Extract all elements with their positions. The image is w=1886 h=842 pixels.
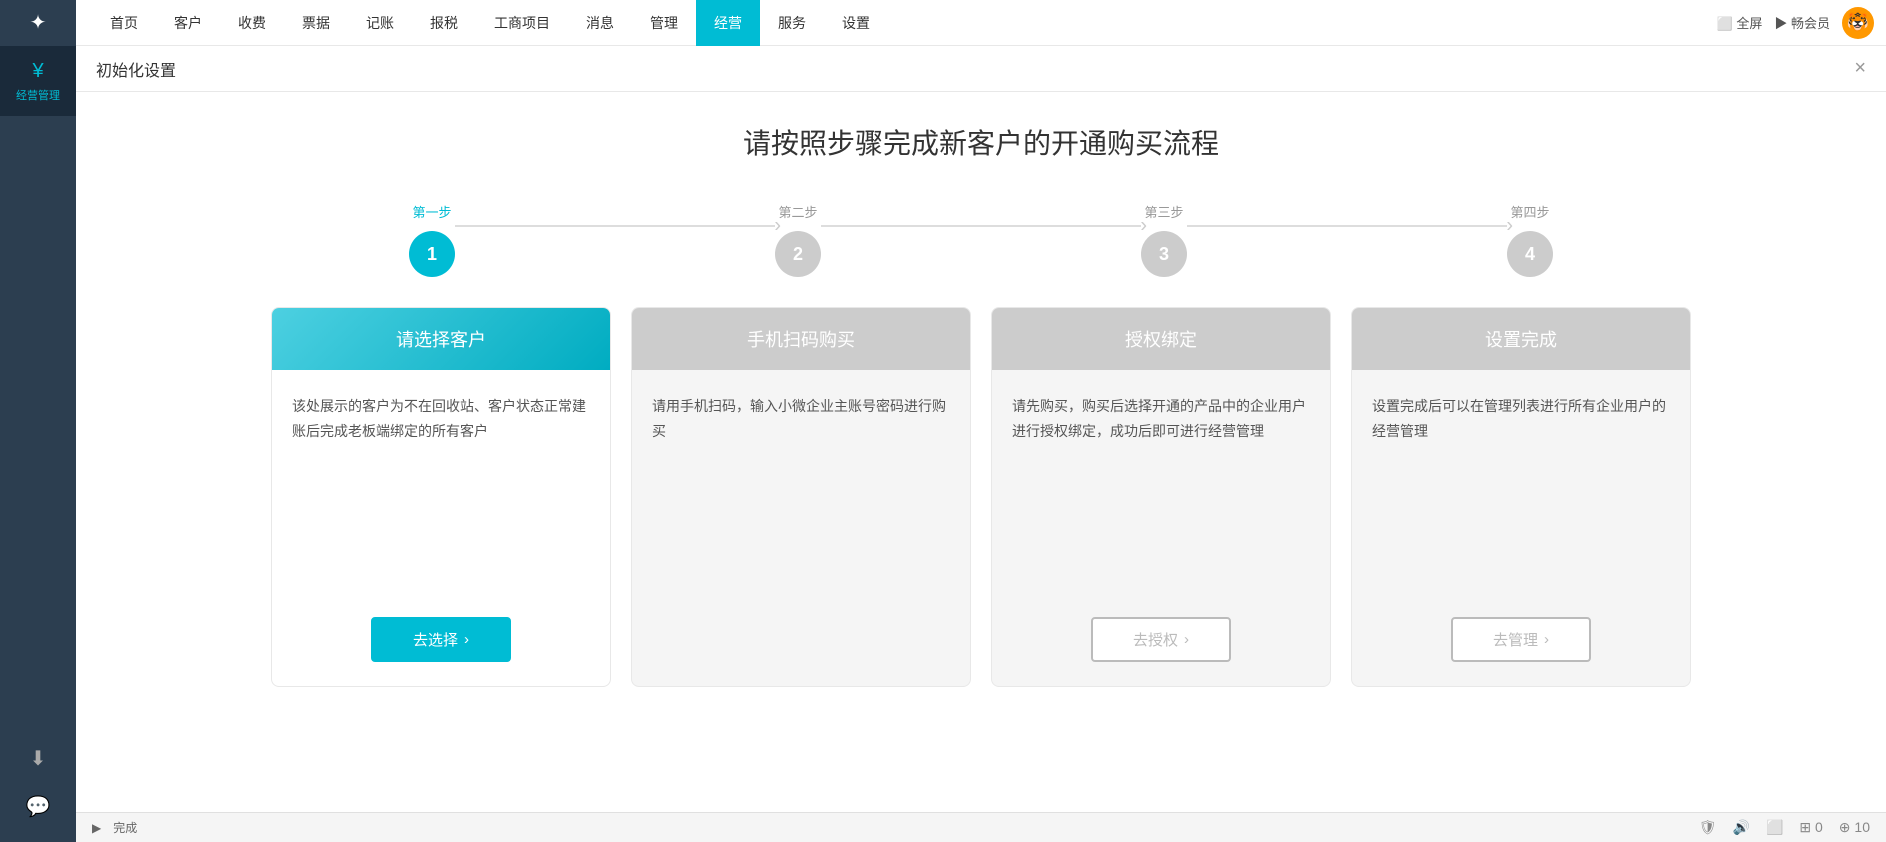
- main-title: 请按照步骤完成新客户的开通购买流程: [116, 122, 1846, 162]
- step-2-circle: 2: [775, 231, 821, 277]
- step-3: 第三步 3: [1141, 202, 1187, 277]
- count-0-icon: ⊞ 0: [1799, 819, 1822, 836]
- avatar[interactable]: 🐯: [1842, 7, 1874, 39]
- sidebar-bottom: ⬇ 💬: [18, 738, 58, 842]
- card-4-header: 设置完成: [1352, 308, 1690, 370]
- nav-home[interactable]: 首页: [92, 0, 156, 46]
- card-scan-qr: 手机扫码购买 请用手机扫码，输入小微企业主账号密码进行购买: [631, 307, 971, 687]
- step-3-label: 第三步: [1144, 202, 1183, 221]
- status-text: 完成: [113, 819, 137, 836]
- sidebar-item-operation[interactable]: ¥ 经营管理: [0, 46, 76, 116]
- nav-invoice[interactable]: 票据: [284, 0, 348, 46]
- nav-customer[interactable]: 客户: [156, 0, 220, 46]
- go-manage-label: 去管理: [1493, 629, 1538, 650]
- content-area: 初始化设置 × 请按照步骤完成新客户的开通购买流程 第一步 1 第二步 2: [76, 46, 1886, 842]
- shield-icon: 🛡: [1699, 819, 1717, 836]
- card-3-footer: 去授权 ›: [992, 601, 1330, 686]
- cards-row: 请选择客户 该处展示的客户为不在回收站、客户状态正常建账后完成老板端绑定的所有客…: [116, 307, 1846, 687]
- card-select-customer: 请选择客户 该处展示的客户为不在回收站、客户状态正常建账后完成老板端绑定的所有客…: [271, 307, 611, 687]
- screen-icon: ⬜: [1766, 819, 1783, 836]
- nav-fee[interactable]: 收费: [220, 0, 284, 46]
- top-navigation: ✦ 首页 客户 收费 票据 记账 报税 工商项目 消息 管理 经营 服务 设置 …: [0, 0, 1886, 46]
- step-2-label: 第二步: [778, 202, 817, 221]
- nav-tax[interactable]: 报税: [412, 0, 476, 46]
- operation-icon: ¥: [32, 60, 43, 83]
- status-bar: ▶ 完成 🛡 🔊 ⬜ ⊞ 0 ⊕ 10: [76, 812, 1886, 842]
- step-1-circle: 1: [409, 231, 455, 277]
- member-btn[interactable]: ▶ 畅会员: [1774, 13, 1830, 32]
- status-play-icon: ▶: [92, 821, 101, 835]
- card-3-body: 请先购买，购买后选择开通的产品中的企业用户进行授权绑定，成功后即可进行经营管理: [992, 370, 1330, 601]
- main-layout: ¥ 经营管理 ⬇ 💬 初始化设置 × 请按照步骤完成新客户的开通购买流程 第一步…: [0, 46, 1886, 842]
- count-10-icon: ⊕ 10: [1839, 819, 1870, 836]
- card-2-body: 请用手机扫码，输入小微企业主账号密码进行购买: [632, 370, 970, 646]
- go-select-icon: ›: [464, 631, 469, 648]
- go-authorize-icon: ›: [1184, 631, 1189, 648]
- fullscreen-btn[interactable]: ⬜ 全屏: [1717, 13, 1763, 32]
- logo-icon: ✦: [30, 10, 47, 35]
- content-header: 初始化设置 ×: [76, 46, 1886, 92]
- card-setup-complete: 设置完成 设置完成后可以在管理列表进行所有企业用户的经营管理 去管理 ›: [1351, 307, 1691, 687]
- download-icon[interactable]: ⬇: [18, 738, 58, 778]
- step-3-circle: 3: [1141, 231, 1187, 277]
- sidebar: ¥ 经营管理 ⬇ 💬: [0, 46, 76, 842]
- inner-content: 请按照步骤完成新客户的开通购买流程 第一步 1 第二步 2: [76, 92, 1886, 812]
- card-3-header: 授权绑定: [992, 308, 1330, 370]
- go-manage-icon: ›: [1544, 631, 1549, 648]
- nav-manage[interactable]: 管理: [632, 0, 696, 46]
- nav-bizproject[interactable]: 工商项目: [476, 0, 568, 46]
- card-1-footer: 去选择 ›: [272, 601, 610, 686]
- status-bar-right: 🛡 🔊 ⬜ ⊞ 0 ⊕ 10: [1699, 819, 1870, 836]
- step-4: 第四步 4: [1507, 202, 1553, 277]
- step-4-label: 第四步: [1510, 202, 1549, 221]
- volume-icon: 🔊: [1733, 819, 1750, 836]
- connector-1-2: [455, 225, 775, 227]
- card-4-footer: 去管理 ›: [1352, 601, 1690, 686]
- go-select-label: 去选择: [413, 629, 458, 650]
- go-manage-button[interactable]: 去管理 ›: [1451, 617, 1591, 662]
- page-title: 初始化设置: [96, 57, 176, 81]
- chat-icon[interactable]: 💬: [18, 786, 58, 826]
- connector-3-4: [1187, 225, 1507, 227]
- logo-area: ✦: [0, 0, 76, 46]
- nav-right: ⬜ 全屏 ▶ 畅会员 🐯: [1717, 7, 1874, 39]
- card-2-header: 手机扫码购买: [632, 308, 970, 370]
- card-1-body: 该处展示的客户为不在回收站、客户状态正常建账后完成老板端绑定的所有客户: [272, 370, 610, 601]
- card-4-body: 设置完成后可以在管理列表进行所有企业用户的经营管理: [1352, 370, 1690, 601]
- go-authorize-label: 去授权: [1133, 629, 1178, 650]
- nav-accounting[interactable]: 记账: [348, 0, 412, 46]
- go-select-button[interactable]: 去选择 ›: [371, 617, 511, 662]
- nav-items: 首页 客户 收费 票据 记账 报税 工商项目 消息 管理 经营 服务 设置: [92, 0, 1717, 46]
- step-2: 第二步 2: [775, 202, 821, 277]
- connector-2-3: [821, 225, 1141, 227]
- nav-operation[interactable]: 经营: [696, 0, 760, 46]
- nav-service[interactable]: 服务: [760, 0, 824, 46]
- nav-settings[interactable]: 设置: [824, 0, 888, 46]
- step-1: 第一步 1: [409, 202, 455, 277]
- nav-message[interactable]: 消息: [568, 0, 632, 46]
- card-authorize: 授权绑定 请先购买，购买后选择开通的产品中的企业用户进行授权绑定，成功后即可进行…: [991, 307, 1331, 687]
- card-2-footer: [632, 646, 970, 686]
- step-1-label: 第一步: [412, 202, 451, 221]
- steps-row: 第一步 1 第二步 2 第三步 3: [116, 202, 1846, 277]
- sidebar-item-label: 经营管理: [16, 87, 60, 103]
- close-button[interactable]: ×: [1854, 57, 1866, 80]
- go-authorize-button[interactable]: 去授权 ›: [1091, 617, 1231, 662]
- step-4-circle: 4: [1507, 231, 1553, 277]
- card-1-header: 请选择客户: [272, 308, 610, 370]
